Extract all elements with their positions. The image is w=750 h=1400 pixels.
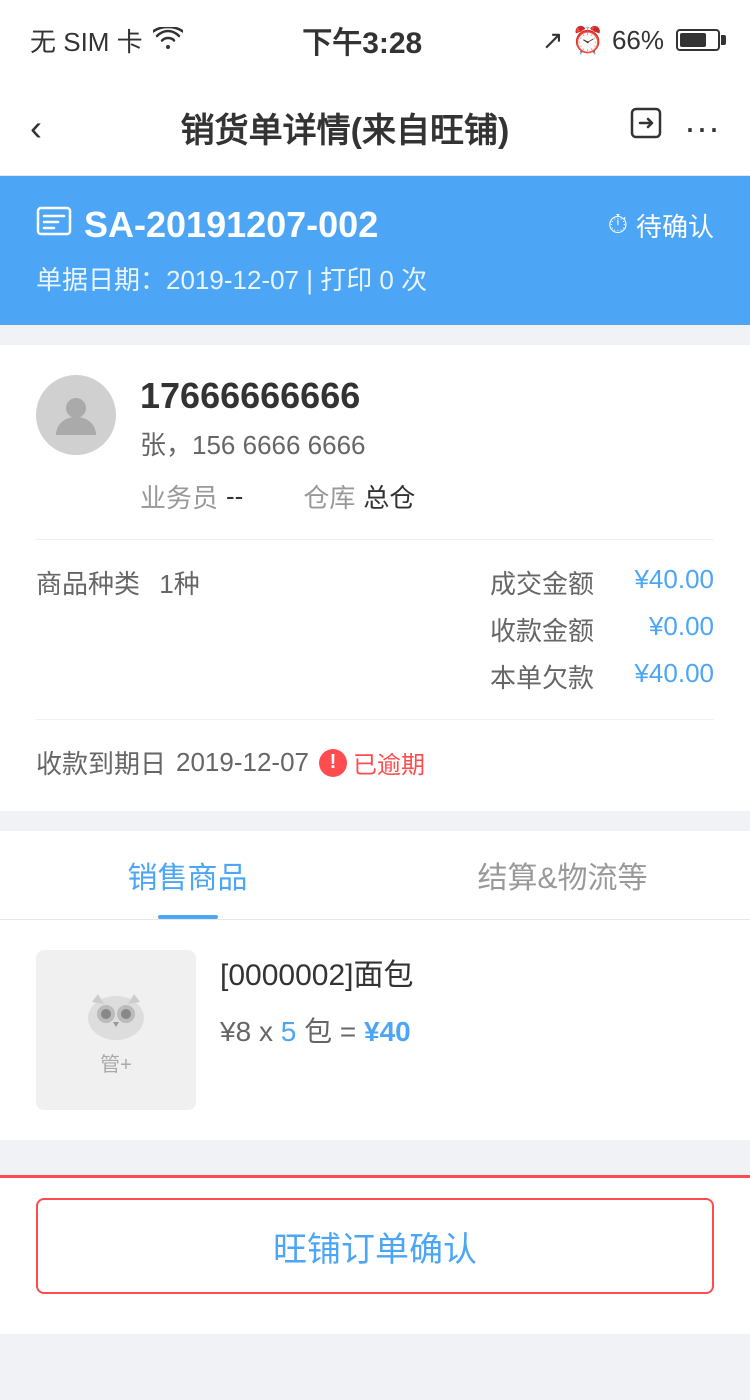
status-right: ↗ ⏰ 66% [542,25,720,56]
customer-avatar [36,375,116,455]
due-date-value: 2019-12-07 [176,747,309,778]
page-title: 销货单详情(来自旺铺) [90,103,600,152]
status-text: 待确认 [636,207,714,244]
alarm-icon: ⏰ [572,25,604,56]
nav-bar: ‹ 销货单详情(来自旺铺) ··· [0,80,750,176]
salesperson-item: 业务员 -- [140,478,243,515]
tab-products-label: 销售商品 [128,853,248,897]
owed-value: ¥40.00 [614,658,714,695]
received-row: 收款金额 ¥0.00 [490,611,714,648]
tab-settlement-label: 结算&物流等 [477,853,647,897]
divider-1 [36,539,714,540]
multiply-sign: x [259,1016,281,1047]
order-icon [36,206,72,244]
product-price: ¥8 x 5 包 = ¥40 [220,1010,714,1050]
confirm-button[interactable]: 旺铺订单确认 [36,1198,714,1294]
customer-name: 张，156 6666 6666 [140,425,714,462]
order-status: ⏱ 待确认 [608,207,714,244]
overdue-icon: ! [319,749,347,777]
transaction-label: 成交金额 [490,564,594,601]
clock-icon: ⏱ [608,209,628,241]
qty-value: 5 [281,1016,297,1047]
transaction-row: 成交金额 ¥40.00 [490,564,714,601]
warehouse-label: 仓库 [303,478,355,515]
product-card: 管+ [0000002]面包 ¥8 x 5 包 = ¥40 [0,920,750,1140]
unit-price: ¥8 [220,1016,251,1047]
divider-2 [36,719,714,720]
warehouse-value: 总仓 [363,478,415,515]
share-button[interactable] [628,105,664,150]
location-icon: ↗ [542,25,564,56]
customer-meta: 业务员 -- 仓库 总仓 [140,478,714,515]
summary-section: 商品种类 1种 成交金额 ¥40.00 收款金额 ¥0.00 本单欠款 ¥40.… [36,564,714,695]
header-card: SA-20191207-002 ⏱ 待确认 单据日期：2019-12-07 | … [0,176,750,325]
due-date-row: 收款到期日 2019-12-07 ! 已逾期 [36,744,714,781]
bottom-bar: 旺铺订单确认 [0,1175,750,1334]
product-image: 管+ [36,950,196,1110]
nav-actions: ··· [600,105,720,150]
wifi-icon [153,25,183,56]
transaction-value: ¥40.00 [614,564,714,601]
network-label: 无 SIM 卡 [30,22,143,59]
order-id-text: SA-20191207-002 [84,204,378,246]
received-label: 收款金额 [490,611,594,648]
status-time: 下午3:28 [302,18,422,62]
owed-row: 本单欠款 ¥40.00 [490,658,714,695]
amount-summary: 成交金额 ¥40.00 收款金额 ¥0.00 本单欠款 ¥40.00 [490,564,714,695]
category-label: 商品种类 [36,569,140,599]
status-left: 无 SIM 卡 [30,22,183,59]
back-button[interactable]: ‹ [30,107,90,149]
overdue-text: 已逾期 [353,745,425,780]
salesperson-value: -- [226,481,243,512]
battery-icon [676,29,720,51]
salesperson-label: 业务员 [140,478,218,515]
customer-card: 17666666666 张，156 6666 6666 业务员 -- 仓库 总仓… [0,345,750,811]
product-info: [0000002]面包 ¥8 x 5 包 = ¥40 [220,950,714,1050]
category-section: 商品种类 1种 [36,564,200,601]
overdue-badge: ! 已逾期 [319,745,425,780]
product-name: [0000002]面包 [220,950,714,994]
owed-label: 本单欠款 [490,658,594,695]
order-date: 单据日期：2019-12-07 | 打印 0 次 [36,260,714,297]
customer-phone: 17666666666 [140,375,714,417]
customer-info: 17666666666 张，156 6666 6666 业务员 -- 仓库 总仓 [140,375,714,515]
tabs-bar: 销售商品 结算&物流等 [0,831,750,920]
equals-sign: = [340,1016,364,1047]
order-id: SA-20191207-002 [36,204,378,246]
unit-label: 包 [304,1016,332,1047]
logo-text: 管+ [100,1048,132,1077]
due-date-label: 收款到期日 [36,744,166,781]
tab-indicator [158,915,218,919]
total-price: ¥40 [364,1016,411,1047]
battery-label: 66% [612,25,664,56]
tab-settlement[interactable]: 结算&物流等 [375,831,750,919]
received-value: ¥0.00 [614,611,714,648]
warehouse-item: 仓库 总仓 [303,478,415,515]
category-value: 1种 [159,569,199,599]
tab-products[interactable]: 销售商品 [0,831,375,919]
more-button[interactable]: ··· [684,107,720,149]
status-bar: 无 SIM 卡 下午3:28 ↗ ⏰ 66% [0,0,750,80]
